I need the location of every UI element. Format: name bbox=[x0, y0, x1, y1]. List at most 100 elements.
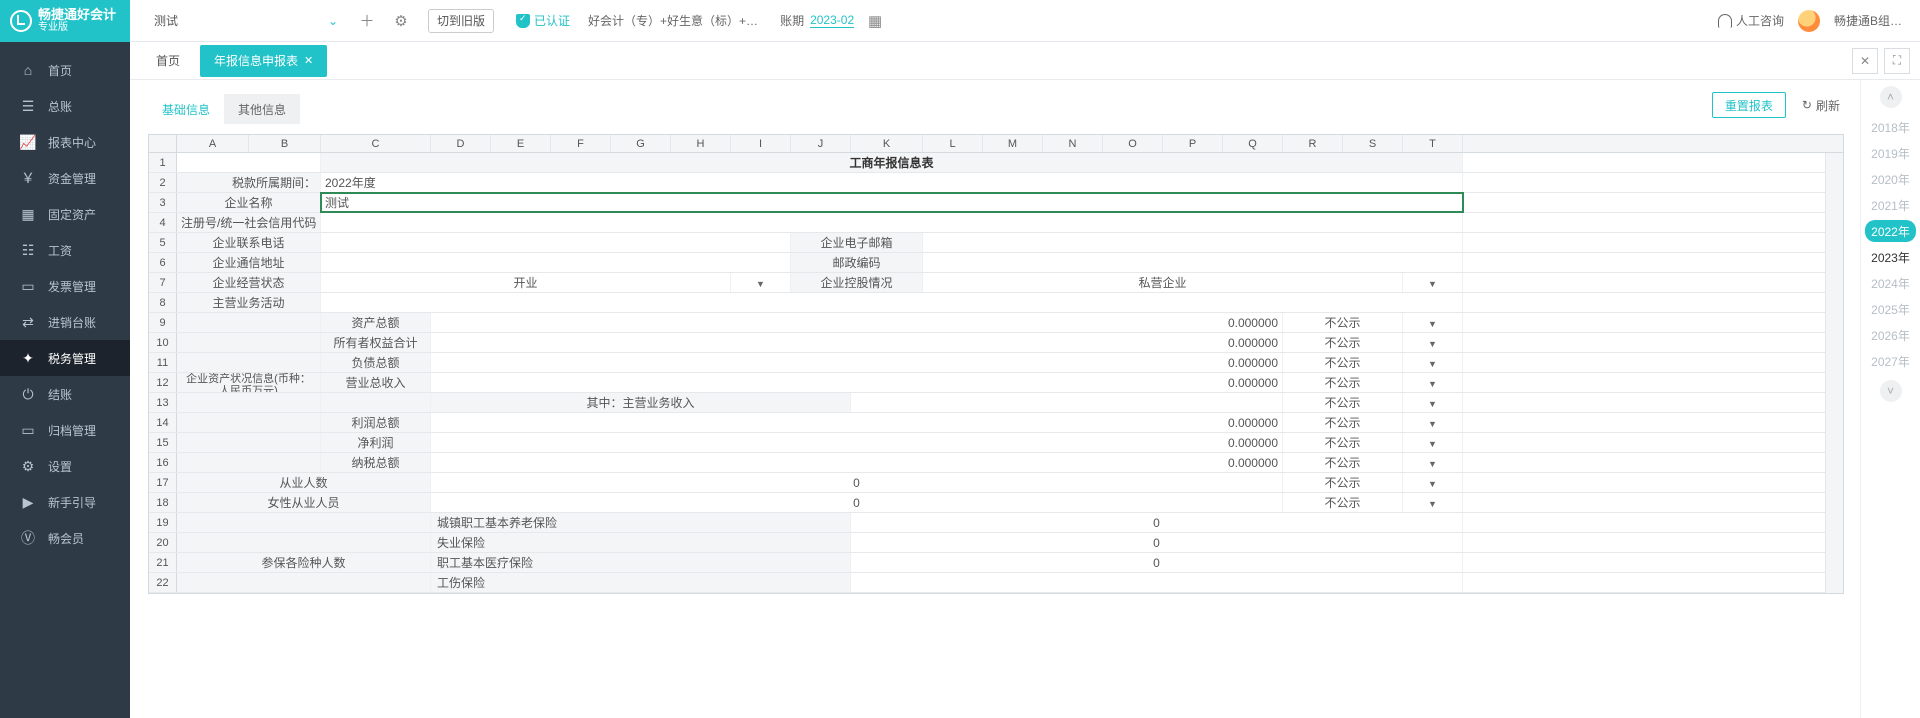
sidebar-item-asset[interactable]: ▦固定资产 bbox=[0, 196, 130, 232]
col-header[interactable]: L bbox=[923, 135, 983, 152]
sheet-row[interactable]: 12企业资产状况信息(币种：人民币万元)营业总收入0.000000不公示▼ bbox=[149, 373, 1843, 393]
row-header[interactable]: 3 bbox=[149, 193, 177, 212]
col-header[interactable]: M bbox=[983, 135, 1043, 152]
col-header[interactable]: Q bbox=[1223, 135, 1283, 152]
sheet-row[interactable]: 17从业人数0不公示▼ bbox=[149, 473, 1843, 493]
refresh-button[interactable]: ↻ 刷新 bbox=[1802, 97, 1840, 114]
subtab-other[interactable]: 其他信息 bbox=[224, 94, 300, 124]
col-header[interactable]: G bbox=[611, 135, 671, 152]
tab-年报信息申报表[interactable]: 年报信息申报表✕ bbox=[200, 45, 327, 77]
col-header[interactable]: K bbox=[851, 135, 923, 152]
year-option[interactable]: 2020年 bbox=[1865, 168, 1916, 190]
sidebar-item-invoice[interactable]: ▭发票管理 bbox=[0, 268, 130, 304]
sidebar-item-close-books[interactable]: ⏻结账 bbox=[0, 376, 130, 412]
row-header[interactable]: 19 bbox=[149, 513, 177, 532]
sheet-row[interactable]: 13其中：主营业务收入不公示▼ bbox=[149, 393, 1843, 413]
row-header[interactable]: 8 bbox=[149, 293, 177, 312]
sheet-row[interactable]: 21参保各险种人数职工基本医疗保险0 bbox=[149, 553, 1843, 573]
sheet-row[interactable]: 4注册号/统一社会信用代码 bbox=[149, 213, 1843, 233]
sidebar-item-fund[interactable]: ￥资金管理 bbox=[0, 160, 130, 196]
sheet-row[interactable]: 14利润总额0.000000不公示▼ bbox=[149, 413, 1843, 433]
row-header[interactable]: 20 bbox=[149, 533, 177, 552]
row-header[interactable]: 7 bbox=[149, 273, 177, 292]
row-header[interactable]: 1 bbox=[149, 153, 177, 172]
year-option[interactable]: 2026年 bbox=[1865, 324, 1916, 346]
col-header[interactable]: O bbox=[1103, 135, 1163, 152]
row-header[interactable]: 15 bbox=[149, 433, 177, 452]
subtab-basic[interactable]: 基础信息 bbox=[148, 94, 224, 124]
col-header[interactable]: F bbox=[551, 135, 611, 152]
vertical-scrollbar[interactable] bbox=[1825, 153, 1843, 593]
row-header[interactable]: 5 bbox=[149, 233, 177, 252]
year-option[interactable]: 2021年 bbox=[1865, 194, 1916, 216]
sidebar-item-home[interactable]: ⌂首页 bbox=[0, 52, 130, 88]
sheet-row[interactable]: 18女性从业人员0不公示▼ bbox=[149, 493, 1843, 513]
col-header[interactable]: C bbox=[321, 135, 431, 152]
year-option[interactable]: 2018年 bbox=[1865, 116, 1916, 138]
sidebar-item-ledger[interactable]: ☰总账 bbox=[0, 88, 130, 124]
year-option[interactable]: 2022年 bbox=[1865, 220, 1916, 242]
row-header[interactable]: 17 bbox=[149, 473, 177, 492]
sheet-row[interactable]: 3企业名称测试 bbox=[149, 193, 1843, 213]
support-button[interactable]: 人工咨询 bbox=[1718, 12, 1784, 29]
sidebar-item-tax[interactable]: ✦税务管理 bbox=[0, 340, 130, 376]
sidebar-item-archive[interactable]: ▭归档管理 bbox=[0, 412, 130, 448]
col-header[interactable]: S bbox=[1343, 135, 1403, 152]
close-icon[interactable]: ✕ bbox=[304, 54, 313, 67]
row-header[interactable]: 22 bbox=[149, 573, 177, 592]
sidebar-item-salary[interactable]: ☷工资 bbox=[0, 232, 130, 268]
col-header[interactable]: R bbox=[1283, 135, 1343, 152]
sheet-row[interactable]: 6企业通信地址邮政编码 bbox=[149, 253, 1843, 273]
add-company-button[interactable]: ＋ bbox=[354, 8, 380, 34]
user-name[interactable]: 畅捷通B组… bbox=[1834, 12, 1902, 29]
sidebar-item-report[interactable]: 📈报表中心 bbox=[0, 124, 130, 160]
sidebar-item-settings[interactable]: ⚙设置 bbox=[0, 448, 130, 484]
col-header[interactable]: N bbox=[1043, 135, 1103, 152]
year-option[interactable]: 2024年 bbox=[1865, 272, 1916, 294]
sheet-row[interactable]: 10所有者权益合计0.000000不公示▼ bbox=[149, 333, 1843, 353]
sheet-row[interactable]: 5企业联系电话企业电子邮箱 bbox=[149, 233, 1843, 253]
sidebar-item-stock[interactable]: ⇄进销台账 bbox=[0, 304, 130, 340]
period-picker[interactable]: 2023-02 bbox=[810, 13, 854, 28]
row-header[interactable]: 18 bbox=[149, 493, 177, 512]
sidebar-item-guide[interactable]: ▶新手引导 bbox=[0, 484, 130, 520]
row-header[interactable]: 9 bbox=[149, 313, 177, 332]
sheet-row[interactable]: 15净利润0.000000不公示▼ bbox=[149, 433, 1843, 453]
sheet-row[interactable]: 8主营业务活动 bbox=[149, 293, 1843, 313]
sheet-row[interactable]: 20失业保险0 bbox=[149, 533, 1843, 553]
row-header[interactable]: 16 bbox=[149, 453, 177, 472]
calendar-icon[interactable]: ▦ bbox=[862, 8, 888, 34]
sheet-row[interactable]: 1工商年报信息表 bbox=[149, 153, 1843, 173]
sheet-row[interactable]: 9资产总额0.000000不公示▼ bbox=[149, 313, 1843, 333]
row-header[interactable]: 13 bbox=[149, 393, 177, 412]
sidebar-item-member[interactable]: Ⓥ畅会员 bbox=[0, 520, 130, 556]
company-select[interactable]: 测试 ⌄ bbox=[146, 8, 346, 34]
sheet-row[interactable]: 22工伤保险 bbox=[149, 573, 1843, 593]
col-header[interactable]: T bbox=[1403, 135, 1463, 152]
col-header[interactable]: B bbox=[249, 135, 321, 152]
switch-old-version-button[interactable]: 切到旧版 bbox=[428, 9, 494, 33]
sheet-row[interactable]: 2税款所属期间：2022年度 bbox=[149, 173, 1843, 193]
year-option[interactable]: 2023年 bbox=[1865, 246, 1916, 268]
close-tab-button[interactable]: ✕ bbox=[1852, 48, 1878, 74]
col-header[interactable]: P bbox=[1163, 135, 1223, 152]
sheet-row[interactable]: 19城镇职工基本养老保险0 bbox=[149, 513, 1843, 533]
col-header[interactable]: I bbox=[731, 135, 791, 152]
row-header[interactable]: 4 bbox=[149, 213, 177, 232]
year-option[interactable]: 2025年 bbox=[1865, 298, 1916, 320]
col-header[interactable]: D bbox=[431, 135, 491, 152]
tab-首页[interactable]: 首页 bbox=[142, 45, 194, 77]
row-header[interactable]: 21 bbox=[149, 553, 177, 572]
user-avatar[interactable] bbox=[1798, 10, 1820, 32]
sheet-row[interactable]: 7企业经营状态开业▼企业控股情况私营企业▼ bbox=[149, 273, 1843, 293]
year-option[interactable]: 2027年 bbox=[1865, 350, 1916, 372]
col-header[interactable]: E bbox=[491, 135, 551, 152]
row-header[interactable]: 10 bbox=[149, 333, 177, 352]
col-header[interactable]: H bbox=[671, 135, 731, 152]
company-settings-button[interactable]: ⚙ bbox=[388, 8, 414, 34]
col-header[interactable]: A bbox=[177, 135, 249, 152]
reset-report-button[interactable]: 重置报表 bbox=[1712, 92, 1786, 118]
row-header[interactable]: 11 bbox=[149, 353, 177, 372]
col-header[interactable]: J bbox=[791, 135, 851, 152]
year-option[interactable]: 2019年 bbox=[1865, 142, 1916, 164]
